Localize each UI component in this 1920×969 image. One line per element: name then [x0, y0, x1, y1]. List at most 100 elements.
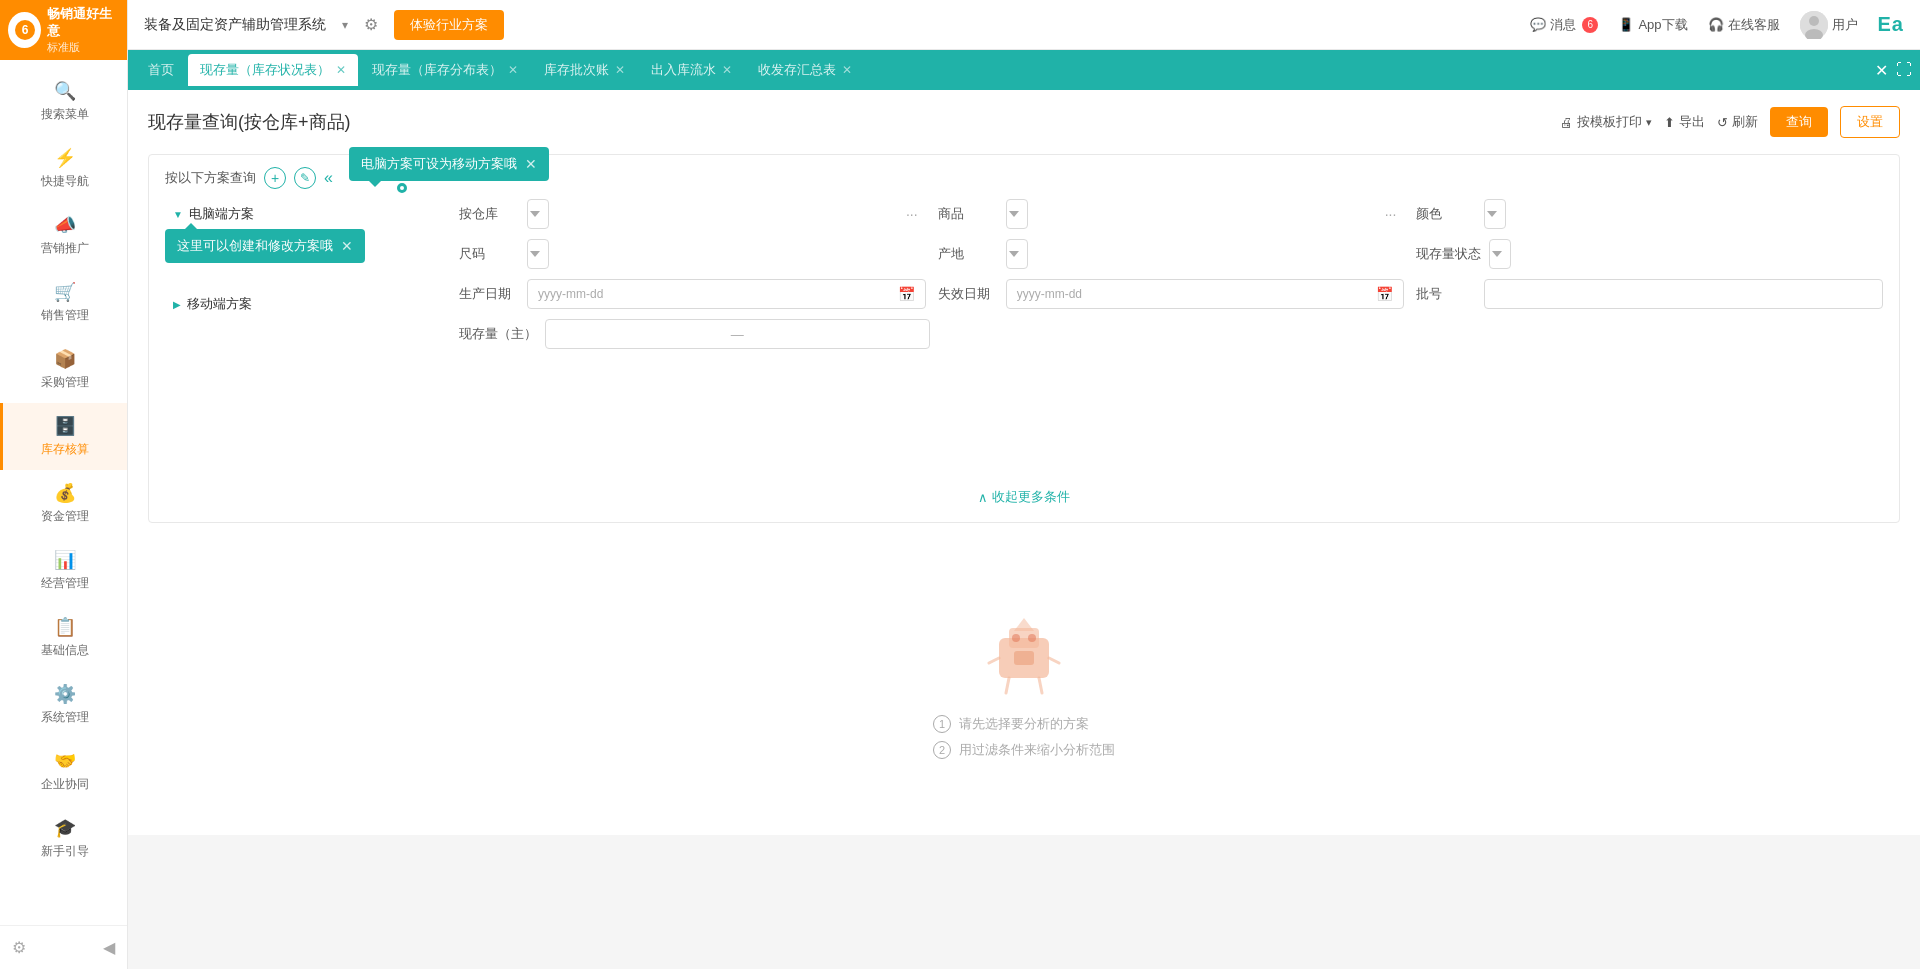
phone-icon: 📱 [1618, 17, 1634, 32]
filter-field-warehouse: 按仓库 ··· [459, 199, 926, 229]
export-btn[interactable]: ⬆ 导出 [1664, 113, 1705, 131]
logo-icon: 6 [8, 12, 41, 48]
query-btn[interactable]: 查询 [1770, 107, 1828, 137]
headset-icon: 🎧 [1708, 17, 1724, 32]
gear-settings-icon[interactable]: ⚙ [360, 11, 382, 38]
scheme-toggle-mobile: ▶ [173, 299, 181, 310]
svg-rect-9 [1014, 651, 1034, 665]
sidebar-item-basic[interactable]: 📋 基础信息 [0, 604, 127, 671]
stock-status-select[interactable] [1489, 239, 1511, 269]
expiry-date-calendar-icon[interactable]: 📅 [1376, 286, 1393, 302]
maximize-icon[interactable]: ⛶ [1896, 61, 1912, 80]
prod-date-calendar-icon[interactable]: 📅 [898, 286, 915, 302]
goods-select[interactable] [1006, 199, 1028, 229]
inventory-nav-icon: 🗄️ [54, 415, 76, 437]
stock-qty-max[interactable] [750, 327, 919, 342]
sidebar-item-collab[interactable]: 🤝 企业协同 [0, 738, 127, 805]
operation-nav-icon: 📊 [54, 549, 76, 571]
color-label: 颜色 [1416, 205, 1476, 223]
message-icon: 💬 [1530, 17, 1546, 32]
tab-bar-right: ✕ ⛶ [1875, 61, 1912, 80]
tab-inout-flow[interactable]: 出入库流水 ✕ [639, 54, 744, 86]
collapse-icon[interactable]: ◀ [103, 938, 115, 957]
sidebar-item-search[interactable]: 🔍 搜索菜单 [0, 68, 127, 135]
filter-field-origin: 产地 [938, 239, 1405, 269]
page-title-row: 现存量查询(按仓库+商品) 🖨 按模板打印 ▾ ⬆ 导出 ↺ 刷新 [148, 106, 1900, 138]
warehouse-label: 按仓库 [459, 205, 519, 223]
tab-close-inventory-status[interactable]: ✕ [336, 63, 346, 77]
svg-marker-14 [1014, 618, 1034, 631]
refresh-btn[interactable]: ↺ 刷新 [1717, 113, 1758, 131]
experience-btn[interactable]: 体验行业方案 [394, 10, 504, 40]
stock-qty-min[interactable] [556, 327, 725, 342]
sidebar-item-system[interactable]: ⚙️ 系统管理 [0, 671, 127, 738]
sidebar-item-marketing[interactable]: 📣 营销推广 [0, 202, 127, 269]
filter-add-button[interactable]: + [264, 167, 286, 189]
system-title: 装备及固定资产辅助管理系统 [144, 16, 326, 34]
tab-collection-summary[interactable]: 收发存汇总表 ✕ [746, 54, 864, 86]
size-label: 尺码 [459, 245, 519, 263]
filter-row-4: 现存量（主） — [459, 319, 1883, 349]
tooltip2-text: 这里可以创建和修改方案哦 [177, 237, 333, 255]
app-download-btn[interactable]: 📱 App下载 [1618, 16, 1687, 34]
collapse-row[interactable]: ∧ 收起更多条件 [165, 480, 1883, 510]
sidebar-item-quick[interactable]: ⚡ 快捷导航 [0, 135, 127, 202]
tooltip2-close[interactable]: ✕ [341, 238, 353, 254]
message-btn[interactable]: 💬 消息 6 [1530, 16, 1598, 34]
sidebar-item-purchase[interactable]: 📦 采购管理 [0, 336, 127, 403]
tab-batch-account[interactable]: 库存批次账 ✕ [532, 54, 637, 86]
tab-inventory-dist[interactable]: 现存量（库存分布表） ✕ [360, 54, 530, 86]
tab-home[interactable]: 首页 [136, 54, 186, 86]
svg-line-12 [1006, 678, 1009, 693]
warehouse-dots: ··· [906, 206, 918, 222]
tab-close-batch-account[interactable]: ✕ [615, 63, 625, 77]
stock-qty-label: 现存量（主） [459, 325, 537, 343]
goods-select-wrapper: ··· [1006, 199, 1405, 229]
filter-field-batch: 批号 [1416, 279, 1883, 309]
batch-label: 批号 [1416, 285, 1476, 303]
svg-line-10 [989, 658, 999, 663]
top-header: 装备及固定资产辅助管理系统 ▾ ⚙ 体验行业方案 💬 消息 6 📱 App下载 … [128, 0, 1920, 50]
close-all-tabs-icon[interactable]: ✕ [1875, 61, 1888, 80]
template-print-btn[interactable]: 🖨 按模板打印 ▾ [1560, 113, 1652, 131]
prod-date-input[interactable]: yyyy-mm-dd 📅 [527, 279, 926, 309]
online-support-btn[interactable]: 🎧 在线客服 [1708, 16, 1780, 34]
tooltip-popup-1: 电脑方案可设为移动方案哦 ✕ [349, 147, 549, 181]
tab-close-inout-flow[interactable]: ✕ [722, 63, 732, 77]
stock-qty-range: — [545, 319, 930, 349]
sidebar-item-inventory[interactable]: 🗄️ 库存核算 [0, 403, 127, 470]
user-menu[interactable]: 用户 [1800, 11, 1858, 39]
hint-num-1: 1 [933, 715, 951, 733]
sidebar-item-sales[interactable]: 🛒 销售管理 [0, 269, 127, 336]
svg-line-13 [1039, 678, 1042, 693]
tab-close-inventory-dist[interactable]: ✕ [508, 63, 518, 77]
sidebar-item-operation[interactable]: 📊 经营管理 [0, 537, 127, 604]
expiry-date-input[interactable]: yyyy-mm-dd 📅 [1006, 279, 1405, 309]
user-avatar [1800, 11, 1828, 39]
batch-input[interactable] [1484, 279, 1883, 309]
sidebar-item-guide[interactable]: 🎓 新手引导 [0, 805, 127, 872]
tooltip1-close[interactable]: ✕ [525, 156, 537, 172]
size-select[interactable] [527, 239, 549, 269]
logo-text: 畅销通好生意 标准版 [47, 6, 119, 54]
color-select[interactable] [1484, 199, 1506, 229]
filter-edit-button[interactable]: ✎ [294, 167, 316, 189]
tab-close-collection-summary[interactable]: ✕ [842, 63, 852, 77]
scheme-toggle-pc: ▼ [173, 209, 183, 220]
quick-nav-icon: ⚡ [54, 147, 76, 169]
settings-icon[interactable]: ⚙ [12, 938, 26, 957]
warehouse-select[interactable] [527, 199, 549, 229]
sidebar-item-finance[interactable]: 💰 资金管理 [0, 470, 127, 537]
filter-back-button[interactable]: « [324, 169, 333, 187]
tab-bar: 首页 现存量（库存状况表） ✕ 现存量（库存分布表） ✕ 库存批次账 ✕ 出入库… [128, 50, 1920, 90]
prod-date-label: 生产日期 [459, 285, 519, 303]
page-title: 现存量查询(按仓库+商品) [148, 110, 351, 134]
origin-label: 产地 [938, 245, 998, 263]
refresh-icon: ↺ [1717, 115, 1728, 130]
svg-point-8 [1028, 634, 1036, 642]
origin-select[interactable] [1006, 239, 1028, 269]
message-badge: 6 [1582, 17, 1598, 33]
settings-page-btn[interactable]: 设置 [1840, 106, 1900, 138]
filter-header-label: 按以下方案查询 [165, 169, 256, 187]
tab-inventory-status[interactable]: 现存量（库存状况表） ✕ [188, 54, 358, 86]
